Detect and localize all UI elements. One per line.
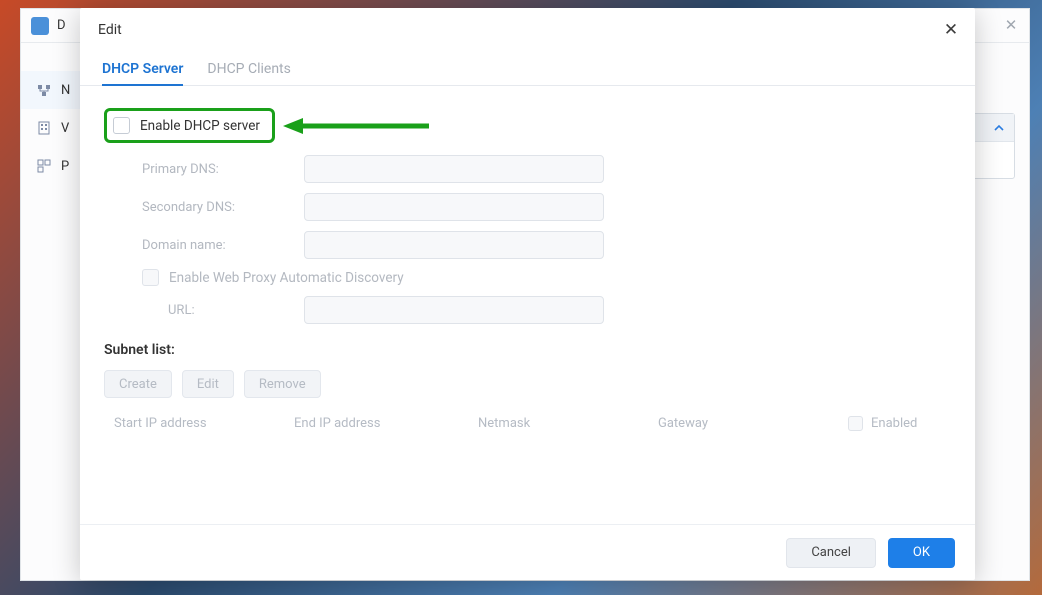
col-start-ip: Start IP address [104, 412, 284, 435]
col-enabled: Enabled [871, 416, 917, 431]
ok-button[interactable]: OK [888, 538, 955, 568]
sidebar-item-label: N [61, 83, 70, 98]
wpad-checkbox[interactable] [142, 269, 159, 286]
secondary-dns-input[interactable] [304, 193, 604, 221]
app-title-fragment: D [57, 18, 66, 33]
tab-dhcp-clients[interactable]: DHCP Clients [207, 61, 290, 85]
url-input[interactable] [304, 296, 604, 324]
enable-dhcp-checkbox[interactable] [113, 117, 130, 134]
sidebar-item-label: V [61, 121, 69, 136]
remove-button[interactable]: Remove [244, 370, 321, 398]
building-icon [35, 119, 53, 137]
secondary-dns-label: Secondary DNS: [104, 200, 304, 215]
url-label: URL: [104, 303, 304, 318]
enable-dhcp-highlight: Enable DHCP server [104, 108, 275, 143]
edit-dialog: Edit ✕ DHCP Server DHCP Clients Enable D… [80, 8, 975, 580]
tab-dhcp-server[interactable]: DHCP Server [102, 61, 183, 85]
create-button[interactable]: Create [104, 370, 172, 398]
col-netmask: Netmask [468, 412, 648, 435]
annotation-arrow-icon [281, 115, 431, 137]
close-icon[interactable]: ✕ [941, 20, 961, 40]
domain-name-input[interactable] [304, 231, 604, 259]
primary-dns-input[interactable] [304, 155, 604, 183]
cancel-button[interactable]: Cancel [786, 538, 876, 568]
tab-bar: DHCP Server DHCP Clients [80, 52, 975, 86]
enable-dhcp-label: Enable DHCP server [140, 118, 260, 134]
subnet-table-header: Start IP address End IP address Netmask … [104, 412, 951, 435]
col-gateway: Gateway [648, 412, 838, 435]
parent-close-icon[interactable]: ✕ [1003, 17, 1019, 33]
components-icon [35, 157, 53, 175]
app-icon [31, 17, 49, 35]
domain-name-label: Domain name: [104, 238, 304, 253]
dialog-title: Edit [98, 22, 122, 38]
subnet-list-heading: Subnet list: [104, 342, 951, 358]
col-end-ip: End IP address [284, 412, 468, 435]
network-icon [35, 81, 53, 99]
chevron-up-icon[interactable] [990, 119, 1008, 137]
col-enabled-checkbox[interactable] [848, 416, 863, 431]
sidebar-item-label: P [61, 159, 69, 174]
edit-button[interactable]: Edit [182, 370, 234, 398]
primary-dns-label: Primary DNS: [104, 162, 304, 177]
wpad-label: Enable Web Proxy Automatic Discovery [169, 270, 404, 286]
